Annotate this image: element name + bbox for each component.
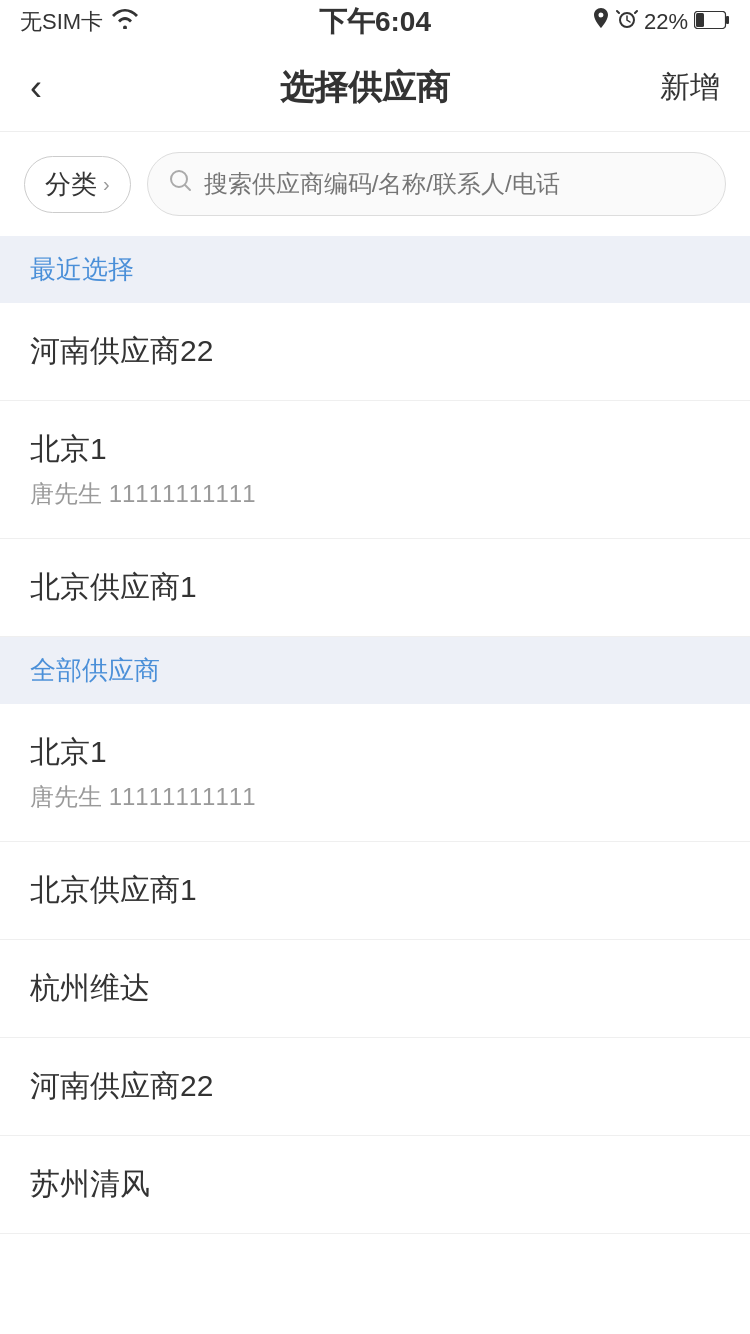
list-item[interactable]: 河南供应商22: [0, 303, 750, 401]
item-name: 北京1: [30, 429, 720, 470]
list-item[interactable]: 苏州清风: [0, 1136, 750, 1234]
item-name: 河南供应商22: [30, 1066, 720, 1107]
search-box[interactable]: [147, 152, 726, 216]
status-left: 无SIM卡: [20, 7, 139, 37]
recent-section-label: 最近选择: [30, 254, 134, 284]
item-name: 河南供应商22: [30, 331, 720, 372]
category-button[interactable]: 分类 ›: [24, 156, 131, 213]
search-icon: [168, 168, 194, 201]
item-contact: 唐先生 11111111111: [30, 781, 720, 813]
chevron-right-icon: ›: [103, 173, 110, 196]
wifi-icon: [111, 9, 139, 35]
add-button[interactable]: 新增: [640, 67, 720, 108]
page-title: 选择供应商: [90, 65, 640, 111]
list-item[interactable]: 北京供应商1: [0, 842, 750, 940]
item-name: 北京1: [30, 732, 720, 773]
list-item[interactable]: 北京供应商1: [0, 539, 750, 637]
status-bar: 无SIM卡 下午6:04 22%: [0, 0, 750, 44]
list-item[interactable]: 北京1 唐先生 11111111111: [0, 401, 750, 539]
back-button[interactable]: ‹: [30, 67, 90, 109]
list-item[interactable]: 河南供应商22: [0, 1038, 750, 1136]
category-label: 分类: [45, 167, 97, 202]
item-name: 杭州维达: [30, 968, 720, 1009]
status-right: 22%: [592, 8, 730, 36]
alarm-icon: [616, 8, 638, 36]
item-name: 北京供应商1: [30, 567, 720, 608]
item-name: 苏州清风: [30, 1164, 720, 1205]
all-section-header: 全部供应商: [0, 637, 750, 704]
all-section-label: 全部供应商: [30, 655, 160, 685]
list-item[interactable]: 杭州维达: [0, 940, 750, 1038]
battery-icon: [694, 9, 730, 35]
all-list: 北京1 唐先生 11111111111 北京供应商1 杭州维达河南供应商22 苏州清风: [0, 704, 750, 1234]
filter-bar: 分类 ›: [0, 132, 750, 236]
location-icon: [592, 8, 610, 36]
item-contact: 唐先生 11111111111: [30, 478, 720, 510]
search-input[interactable]: [204, 170, 705, 198]
status-time: 下午6:04: [319, 3, 431, 41]
svg-rect-2: [696, 13, 704, 27]
item-name: 北京供应商1: [30, 870, 720, 911]
list-item[interactable]: 北京1 唐先生 11111111111: [0, 704, 750, 842]
carrier-text: 无SIM卡: [20, 7, 103, 37]
recent-section-header: 最近选择: [0, 236, 750, 303]
nav-bar: ‹ 选择供应商 新增: [0, 44, 750, 132]
recent-list: 河南供应商22 北京1 唐先生 11111111111 北京供应商1: [0, 303, 750, 637]
battery-text: 22%: [644, 9, 688, 35]
svg-rect-3: [726, 16, 729, 24]
